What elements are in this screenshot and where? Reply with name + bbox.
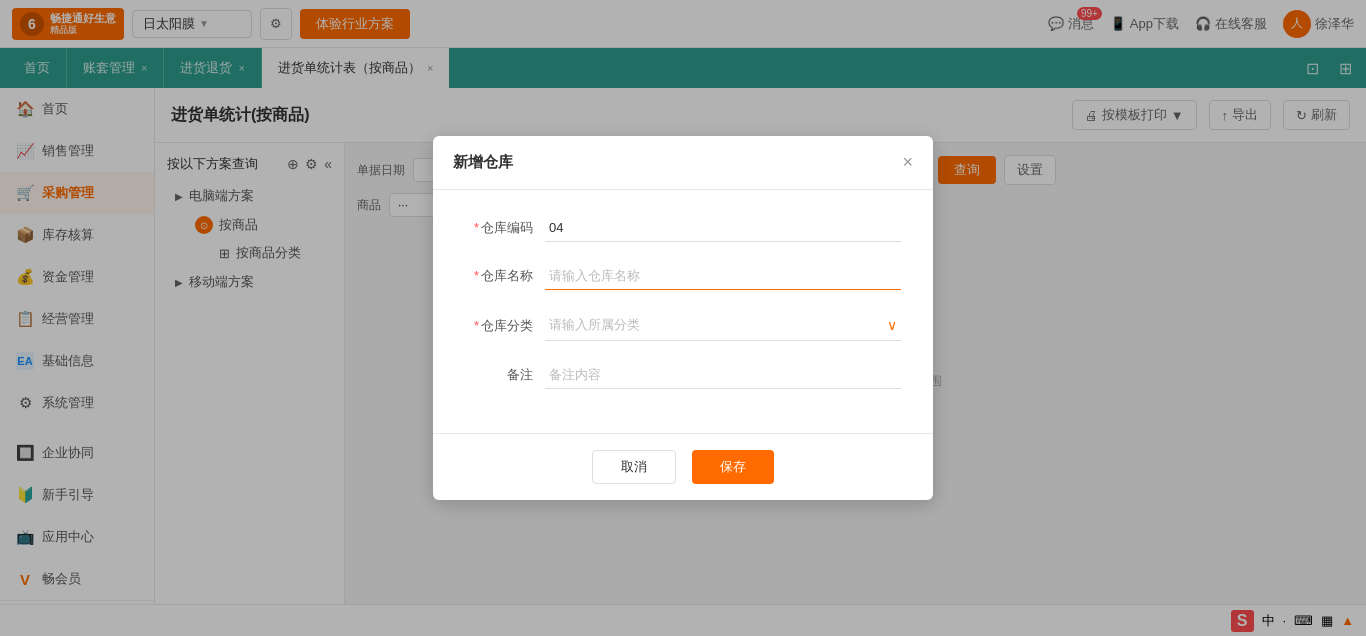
name-input[interactable] — [545, 262, 901, 290]
save-button[interactable]: 保存 — [692, 450, 774, 484]
category-label: 仓库分类 — [465, 317, 545, 335]
modal-title: 新增仓库 — [453, 153, 513, 172]
code-label: 仓库编码 — [465, 219, 545, 237]
modal-overlay: 新增仓库 × 仓库编码 仓库名称 仓库分类 请输入所属分类 ∨ 备注 — [0, 0, 1366, 636]
form-row-name: 仓库名称 — [465, 262, 901, 290]
modal-footer: 取消 保存 — [433, 433, 933, 500]
form-row-category: 仓库分类 请输入所属分类 ∨ — [465, 310, 901, 341]
new-warehouse-modal: 新增仓库 × 仓库编码 仓库名称 仓库分类 请输入所属分类 ∨ 备注 — [433, 136, 933, 500]
remark-label: 备注 — [465, 366, 545, 384]
name-label: 仓库名称 — [465, 267, 545, 285]
category-select[interactable]: 请输入所属分类 ∨ — [545, 310, 901, 341]
form-row-remark: 备注 — [465, 361, 901, 389]
form-row-code: 仓库编码 — [465, 214, 901, 242]
code-input[interactable] — [545, 214, 901, 242]
modal-header: 新增仓库 × — [433, 136, 933, 190]
remark-input[interactable] — [545, 361, 901, 389]
modal-body: 仓库编码 仓库名称 仓库分类 请输入所属分类 ∨ 备注 — [433, 190, 933, 433]
chevron-down-icon: ∨ — [887, 317, 897, 333]
cancel-button[interactable]: 取消 — [592, 450, 676, 484]
modal-close-button[interactable]: × — [902, 152, 913, 173]
